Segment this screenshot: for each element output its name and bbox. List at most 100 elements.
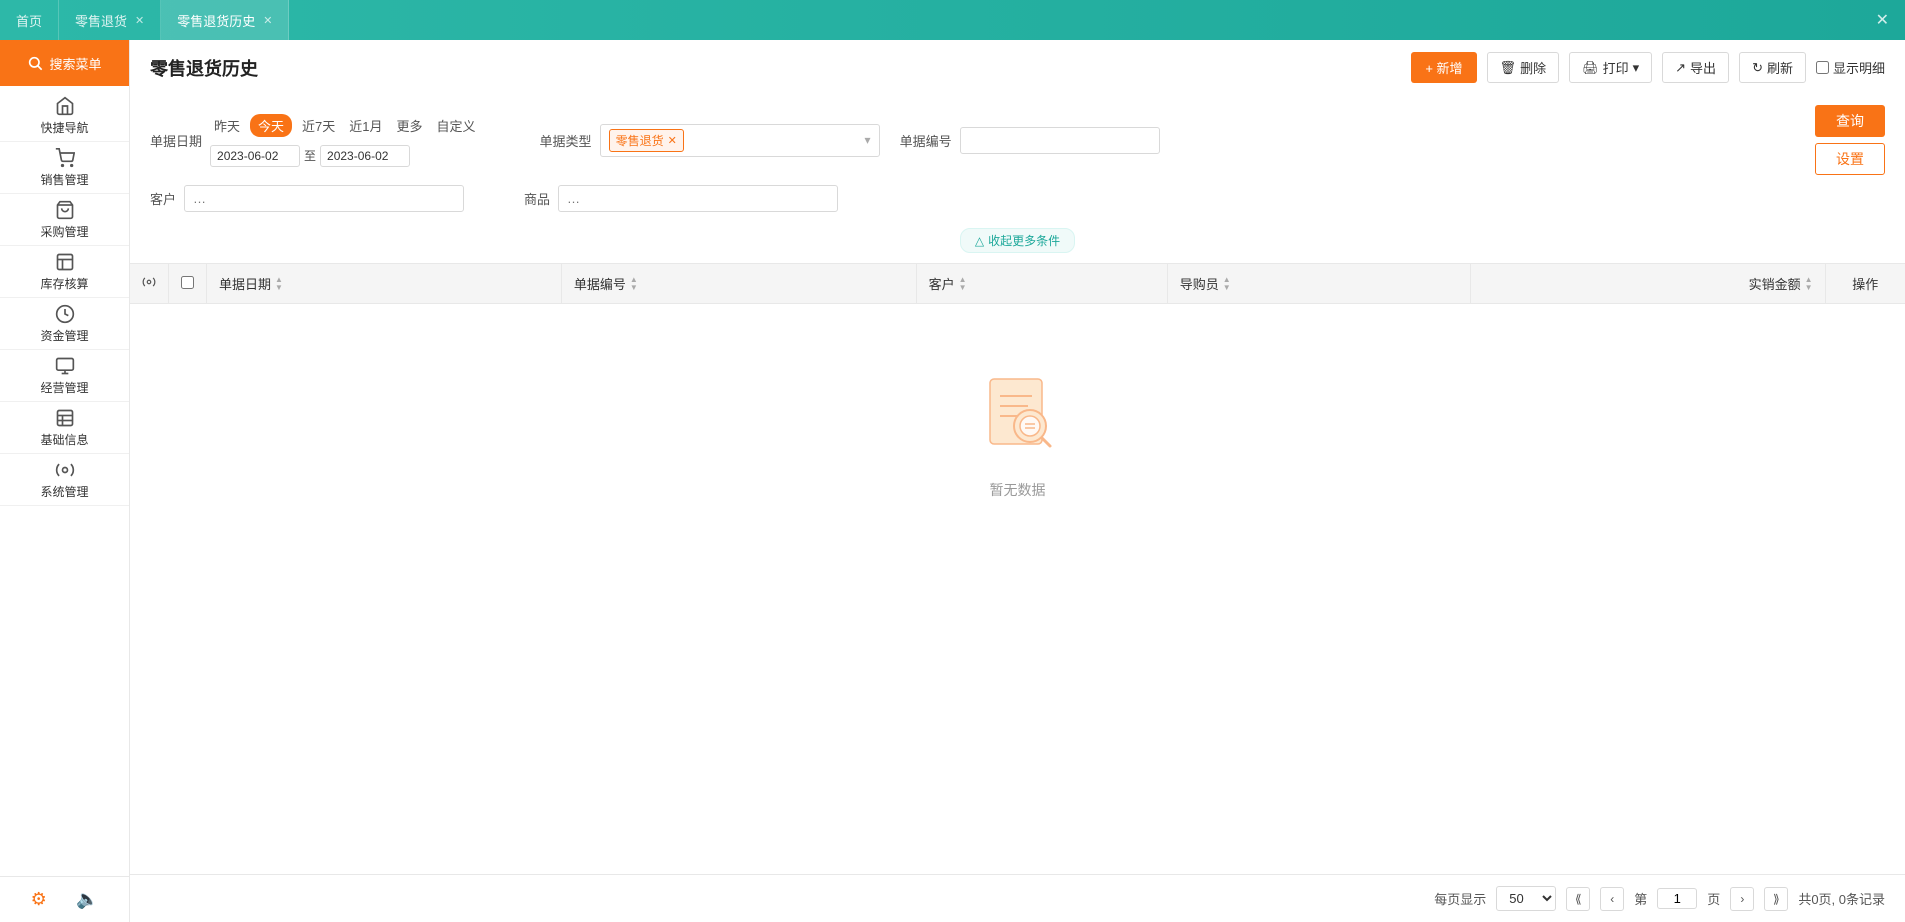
show-detail-input[interactable] (1816, 61, 1829, 74)
top-navigation-bar: 首页 零售退货 ✕ 零售退货历史 ✕ ✕ (0, 0, 1905, 40)
page-header: 零售退货历史 + 新增 🗑 删除 🖨 打印 ▾ ↗ 导出 (130, 40, 1905, 264)
sidebar: 搜索菜单 快捷导航 销售管理 (0, 40, 130, 922)
print-dropdown-icon: ▾ (1633, 60, 1640, 76)
empty-text: 暂无数据 (990, 480, 1046, 500)
tab-bar: 首页 零售退货 ✕ 零售退货历史 ✕ (0, 0, 1876, 40)
sidebar-item-system[interactable]: 系统管理 (0, 454, 129, 506)
customer-input[interactable] (184, 185, 464, 212)
business-icon (55, 356, 75, 376)
action-buttons: 查询 设置 (1815, 105, 1885, 175)
goods-filter: 商品 (524, 185, 838, 212)
content-area: 零售退货历史 + 新增 🗑 删除 🖨 打印 ▾ ↗ 导出 (130, 40, 1905, 922)
page-next-button[interactable]: › (1730, 887, 1754, 911)
collapse-button[interactable]: △ 收起更多条件 (960, 228, 1075, 253)
total-info: 共0页, 0条记录 (1798, 889, 1885, 908)
home-icon (55, 96, 75, 116)
delete-button[interactable]: 🗑 删除 (1487, 52, 1560, 83)
filter-row-2: 客户 商品 (150, 185, 1885, 212)
table-checkbox-col[interactable] (169, 264, 207, 304)
page-first-button[interactable]: ⟪ (1566, 887, 1590, 911)
sort-arrows-customer[interactable]: ▲▼ (959, 276, 967, 292)
date-btn-yesterday[interactable]: 昨天 (210, 114, 244, 137)
tab-close-retail-return[interactable]: ✕ (135, 14, 144, 27)
doc-type-select[interactable]: 零售退货 ✕ ▾ (600, 124, 880, 157)
date-from-input[interactable] (210, 145, 300, 167)
export-button[interactable]: ↗ 导出 (1662, 52, 1729, 83)
purchase-icon (55, 200, 75, 220)
page-size-select[interactable]: 50 100 200 (1496, 886, 1556, 911)
sidebar-item-finance[interactable]: 资金管理 (0, 298, 129, 350)
date-shortcuts: 昨天 今天 近7天 近1月 更多 自定义 (210, 114, 480, 137)
show-detail-checkbox[interactable]: 显示明细 (1816, 58, 1885, 77)
date-btn-more[interactable]: 更多 (393, 114, 427, 137)
inventory-icon (55, 252, 75, 272)
query-button[interactable]: 查询 (1815, 105, 1885, 137)
search-icon (27, 55, 43, 71)
doc-no-input[interactable] (960, 127, 1160, 154)
doc-type-dropdown-icon: ▾ (865, 133, 871, 147)
tab-retail-return[interactable]: 零售退货 ✕ (59, 0, 161, 40)
sort-arrows-amount[interactable]: ▲▼ (1805, 276, 1813, 292)
refresh-icon: ↻ (1752, 60, 1763, 76)
refresh-button[interactable]: ↻ 刷新 (1739, 52, 1806, 83)
empty-state-row: 暂无数据 (130, 304, 1905, 561)
tab-close-retail-return-history[interactable]: ✕ (263, 14, 272, 27)
sidebar-item-business[interactable]: 经营管理 (0, 350, 129, 402)
print-icon: 🖨 (1582, 60, 1599, 76)
page-last-button[interactable]: ⟫ (1764, 887, 1788, 911)
doc-no-filter: 单据编号 (900, 127, 1160, 154)
tab-retail-return-history[interactable]: 零售退货历史 ✕ (161, 0, 289, 40)
sidebar-bottom: ⚙ 🔈 (0, 876, 129, 922)
date-btn-1month[interactable]: 近1月 (345, 114, 386, 137)
empty-illustration (968, 364, 1068, 464)
table-settings-col[interactable] (130, 264, 169, 304)
sales-icon (55, 148, 75, 168)
date-btn-7days[interactable]: 近7天 (298, 114, 339, 137)
main-layout: 搜索菜单 快捷导航 销售管理 (0, 40, 1905, 922)
export-icon: ↗ (1675, 60, 1686, 76)
th-date: 单据日期 ▲▼ (207, 264, 562, 304)
finance-icon (55, 304, 75, 324)
th-amount: 实销金额 ▲▼ (1470, 264, 1825, 304)
sidebar-item-purchase[interactable]: 采购管理 (0, 194, 129, 246)
tab-home[interactable]: 首页 (0, 0, 59, 40)
sidebar-item-sales[interactable]: 销售管理 (0, 142, 129, 194)
sort-arrows-date[interactable]: ▲▼ (275, 276, 283, 292)
pagination-bar: 每页显示 50 100 200 ⟪ ‹ 第 页 › ⟫ 共0页, 0条记录 (130, 874, 1905, 922)
th-no: 单据编号 ▲▼ (561, 264, 916, 304)
th-actions: 操作 (1825, 264, 1905, 304)
sidebar-item-home[interactable]: 快捷导航 (0, 90, 129, 142)
new-button[interactable]: + 新增 (1411, 52, 1476, 83)
info-icon (55, 408, 75, 428)
page-title-row: 零售退货历史 + 新增 🗑 删除 🖨 打印 ▾ ↗ 导出 (150, 52, 1885, 83)
doc-type-filter: 单据类型 零售退货 ✕ ▾ (540, 124, 880, 157)
print-button[interactable]: 🖨 打印 ▾ (1569, 52, 1652, 83)
table-container: 单据日期 ▲▼ 单据编号 ▲▼ (130, 264, 1905, 874)
empty-state: 暂无数据 (130, 304, 1905, 560)
system-icon (55, 460, 75, 480)
window-close-icon[interactable]: ✕ (1876, 10, 1889, 30)
page-number-input[interactable] (1657, 888, 1697, 909)
th-customer: 客户 ▲▼ (916, 264, 1167, 304)
filter-area: 单据日期 昨天 今天 近7天 近1月 更多 自定义 (150, 95, 1885, 263)
settings-bottom-icon[interactable]: ⚙ (31, 889, 47, 910)
date-btn-today[interactable]: 今天 (250, 114, 292, 137)
sidebar-search-button[interactable]: 搜索菜单 (0, 40, 129, 86)
date-to-input[interactable] (320, 145, 410, 167)
collapse-row: △ 收起更多条件 (150, 222, 1885, 263)
page-title: 零售退货历史 (150, 55, 258, 81)
doc-type-tag-close[interactable]: ✕ (668, 134, 677, 147)
sidebar-item-info[interactable]: 基础信息 (0, 402, 129, 454)
data-table: 单据日期 ▲▼ 单据编号 ▲▼ (130, 264, 1905, 560)
page-prev-button[interactable]: ‹ (1600, 887, 1624, 911)
settings-config-button[interactable]: 设置 (1815, 143, 1885, 175)
sidebar-menu: 快捷导航 销售管理 采购管理 (0, 86, 129, 876)
table-select-all[interactable] (181, 276, 194, 289)
audio-icon[interactable]: 🔈 (76, 889, 98, 910)
sort-arrows-no[interactable]: ▲▼ (630, 276, 638, 292)
sort-arrows-guide[interactable]: ▲▼ (1223, 276, 1231, 292)
goods-input[interactable] (558, 185, 838, 212)
sidebar-item-inventory[interactable]: 库存核算 (0, 246, 129, 298)
delete-icon: 🗑 (1500, 60, 1517, 76)
date-btn-custom[interactable]: 自定义 (433, 114, 480, 137)
